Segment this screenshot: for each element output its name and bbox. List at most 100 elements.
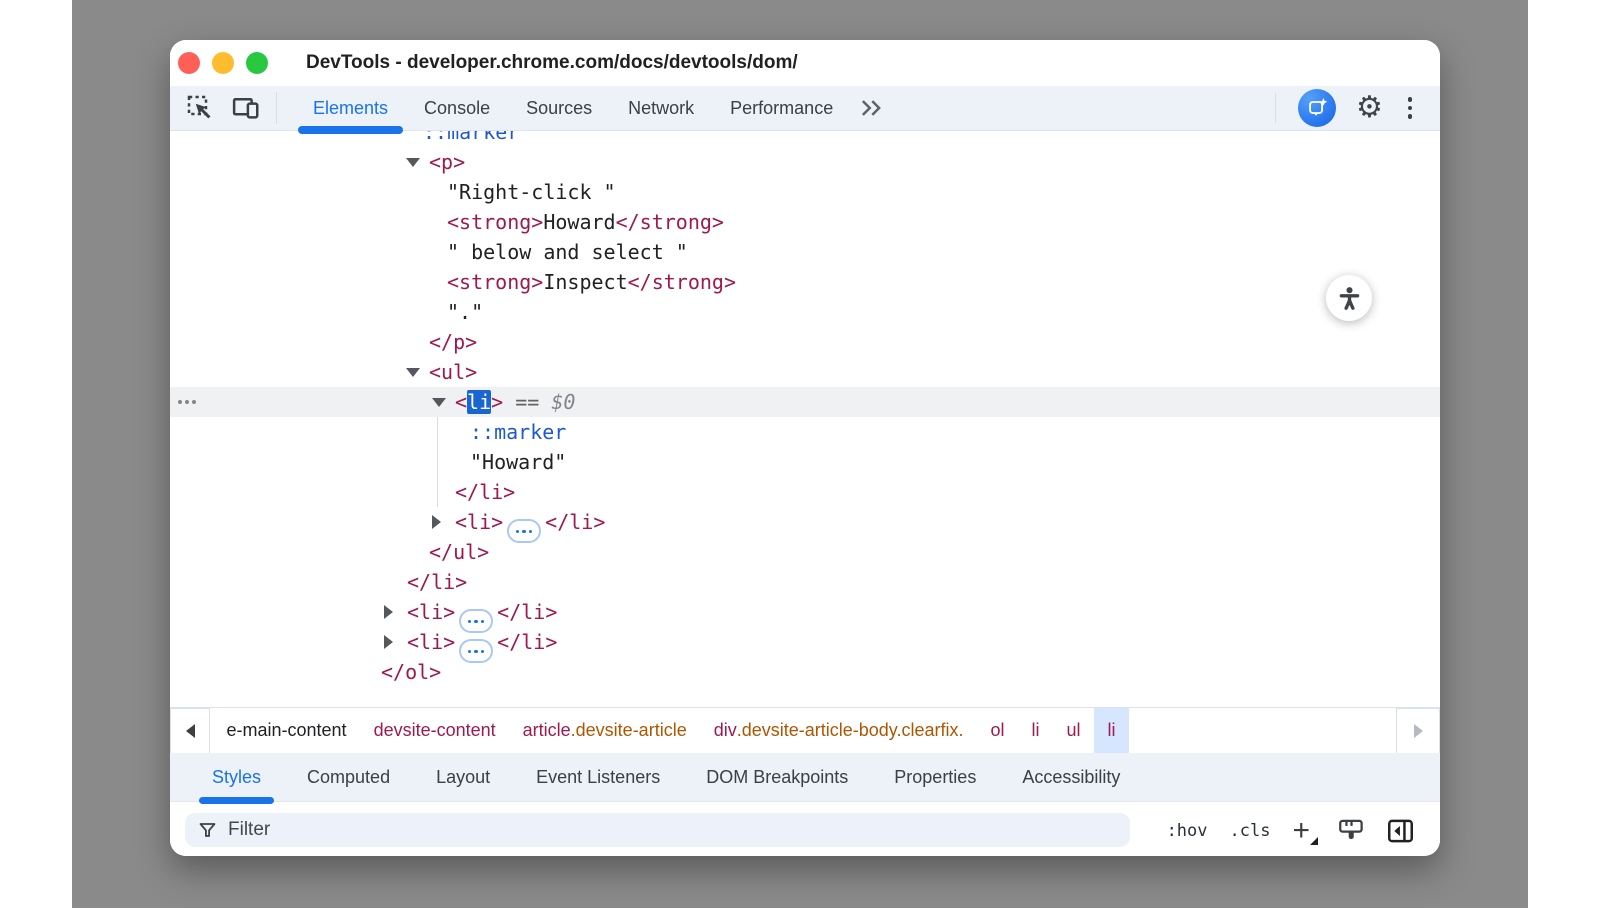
inspect-element-button[interactable] xyxy=(184,92,216,124)
breadcrumb-item[interactable]: article.devsite-article xyxy=(509,708,700,753)
tab-properties[interactable]: Properties xyxy=(871,753,999,801)
expand-arrow-right-icon[interactable] xyxy=(384,605,393,619)
tab-label: Sources xyxy=(526,98,592,119)
tab-layout[interactable]: Layout xyxy=(413,753,513,801)
breadcrumb-part: .devsite-article xyxy=(571,720,687,741)
tab-label: Layout xyxy=(436,767,490,788)
dom-tree-row[interactable]: <li></li> xyxy=(170,597,1440,627)
zoom-window-button[interactable] xyxy=(246,52,268,74)
breadcrumb-item[interactable]: div.devsite-article-body.clearfix. xyxy=(700,708,977,753)
toggle-sidebar-button[interactable] xyxy=(1387,818,1414,844)
tab-label: Elements xyxy=(313,98,388,119)
dom-token-tag: <p> xyxy=(429,150,465,174)
more-tabs-icon xyxy=(859,98,883,118)
dom-token-text: "Right-click " xyxy=(447,180,616,204)
dom-token-tag: </ul> xyxy=(429,540,489,564)
dom-token-tag: </p> xyxy=(429,330,477,354)
rendering-emulation-button[interactable] xyxy=(1338,818,1365,844)
ai-assistance-icon xyxy=(1305,96,1329,120)
dom-tree-row[interactable]: </p> xyxy=(170,327,1440,357)
breadcrumb-item[interactable]: ul xyxy=(1053,708,1094,753)
tab-performance[interactable]: Performance xyxy=(712,86,851,130)
dom-tree-row[interactable]: <strong>Inspect</strong> xyxy=(170,267,1440,297)
ai-assistance-button[interactable] xyxy=(1298,89,1336,127)
breadcrumb-item[interactable]: e-main-content xyxy=(213,708,360,753)
tab-styles[interactable]: Styles xyxy=(189,753,284,801)
breadcrumb-item-selected[interactable]: li xyxy=(1094,708,1129,753)
dock-icon xyxy=(1389,820,1412,840)
dom-token-text: Howard xyxy=(543,210,615,234)
tab-console[interactable]: Console xyxy=(406,86,508,130)
expand-arrow-down-icon[interactable] xyxy=(406,158,420,167)
dom-tree-row[interactable]: <strong>Howard</strong> xyxy=(170,207,1440,237)
tab-event-listeners[interactable]: Event Listeners xyxy=(513,753,683,801)
title-bar: DevTools - developer.chrome.com/docs/dev… xyxy=(170,40,1440,86)
dom-tree-row[interactable]: <ul> xyxy=(170,357,1440,387)
dom-token-hl: li xyxy=(467,390,491,414)
dom-tree-row[interactable]: </ol> xyxy=(170,657,1440,687)
devtools-toolbar: Elements Console Sources NetworkPerformance xyxy=(170,86,1440,131)
caret-icon xyxy=(1310,837,1318,845)
dom-tree-row[interactable]: " below and select " xyxy=(170,237,1440,267)
expand-arrow-right-icon[interactable] xyxy=(384,635,393,649)
new-style-rule-button[interactable]: + xyxy=(1292,816,1316,846)
styles-filter-input[interactable]: Filter xyxy=(185,813,1130,847)
dom-token-text: Inspect xyxy=(543,270,627,294)
settings-button[interactable]: ⚙ xyxy=(1354,92,1386,124)
dom-token-tag: <li> xyxy=(407,630,455,654)
expand-arrow-down-icon[interactable] xyxy=(406,368,420,377)
dom-tree-row[interactable]: ::marker xyxy=(170,417,1440,447)
tab-dom-breakpoints[interactable]: DOM Breakpoints xyxy=(683,753,871,801)
breadcrumb: e-main-content devsite-content article.dev… xyxy=(213,708,1129,753)
element-classes-button[interactable]: .cls xyxy=(1230,821,1271,841)
dom-tree-row[interactable]: </ul> xyxy=(170,537,1440,567)
breadcrumb-item[interactable]: ol xyxy=(977,708,1018,753)
tab-label: Computed xyxy=(307,767,390,788)
breadcrumb-item[interactable]: devsite-content xyxy=(360,708,509,753)
expand-arrow-right-icon[interactable] xyxy=(432,515,441,529)
tab-elements[interactable]: Elements xyxy=(295,86,406,130)
dom-tree-row[interactable]: <li></li> xyxy=(170,627,1440,657)
dom-token-tag: <li> xyxy=(407,600,455,624)
breadcrumb-item[interactable]: li xyxy=(1018,708,1053,753)
dom-tree-row[interactable]: <p> xyxy=(170,147,1440,177)
breadcrumb-scroll-left-button[interactable] xyxy=(170,708,210,753)
breadcrumb-part: div xyxy=(714,720,737,741)
more-panels-button[interactable] xyxy=(859,98,883,118)
tab-computed[interactable]: Computed xyxy=(284,753,413,801)
dom-tree-row[interactable]: "Right-click " xyxy=(170,177,1440,207)
styles-filter-bar: Filter :hov .cls + xyxy=(170,802,1440,856)
breadcrumb-part: ul xyxy=(1066,720,1080,741)
breadcrumb-scroll-right-button[interactable] xyxy=(1396,708,1440,753)
chevron-right-icon xyxy=(1414,724,1423,738)
toggle-element-state-button[interactable]: :hov xyxy=(1167,821,1208,841)
minimize-window-button[interactable] xyxy=(212,52,234,74)
dom-token-tag: </strong> xyxy=(628,270,736,294)
dom-tree-row-selected[interactable]: <li> == $0 xyxy=(170,387,1440,417)
dom-tree-row[interactable]: </li> xyxy=(170,567,1440,597)
breadcrumb-part: devsite-content xyxy=(374,720,496,741)
row-overflow-dots-icon[interactable] xyxy=(178,387,196,417)
breadcrumb-part: ol xyxy=(990,720,1004,741)
close-window-button[interactable] xyxy=(178,52,200,74)
brush-icon xyxy=(1340,820,1361,838)
tab-network[interactable]: Network xyxy=(610,86,712,130)
customize-devtools-button[interactable] xyxy=(1404,93,1417,123)
tab-sources[interactable]: Sources xyxy=(508,86,610,130)
dom-tree-row[interactable]: "Howard" xyxy=(170,447,1440,477)
dom-tree-row[interactable]: <li></li> xyxy=(170,507,1440,537)
dom-token-tag: <li> xyxy=(455,510,503,534)
dom-token-pseudo: ::marker xyxy=(423,131,519,144)
toggle-device-toolbar-button[interactable] xyxy=(230,92,262,124)
active-tab-underline xyxy=(298,126,403,134)
dom-tree-row[interactable]: "." xyxy=(170,297,1440,327)
styles-pane-controls: :hov .cls + xyxy=(1167,802,1414,856)
expand-arrow-down-icon[interactable] xyxy=(432,398,446,407)
dom-token-tag: </li> xyxy=(407,570,467,594)
dom-token-tag: <ul> xyxy=(429,360,477,384)
device-toolbar-icon xyxy=(231,93,261,123)
dom-token-eq: == xyxy=(503,390,551,414)
tab-accessibility[interactable]: Accessibility xyxy=(999,753,1143,801)
dom-tree-row[interactable]: </li> xyxy=(170,477,1440,507)
dom-token-dollar: $0 xyxy=(551,390,575,414)
